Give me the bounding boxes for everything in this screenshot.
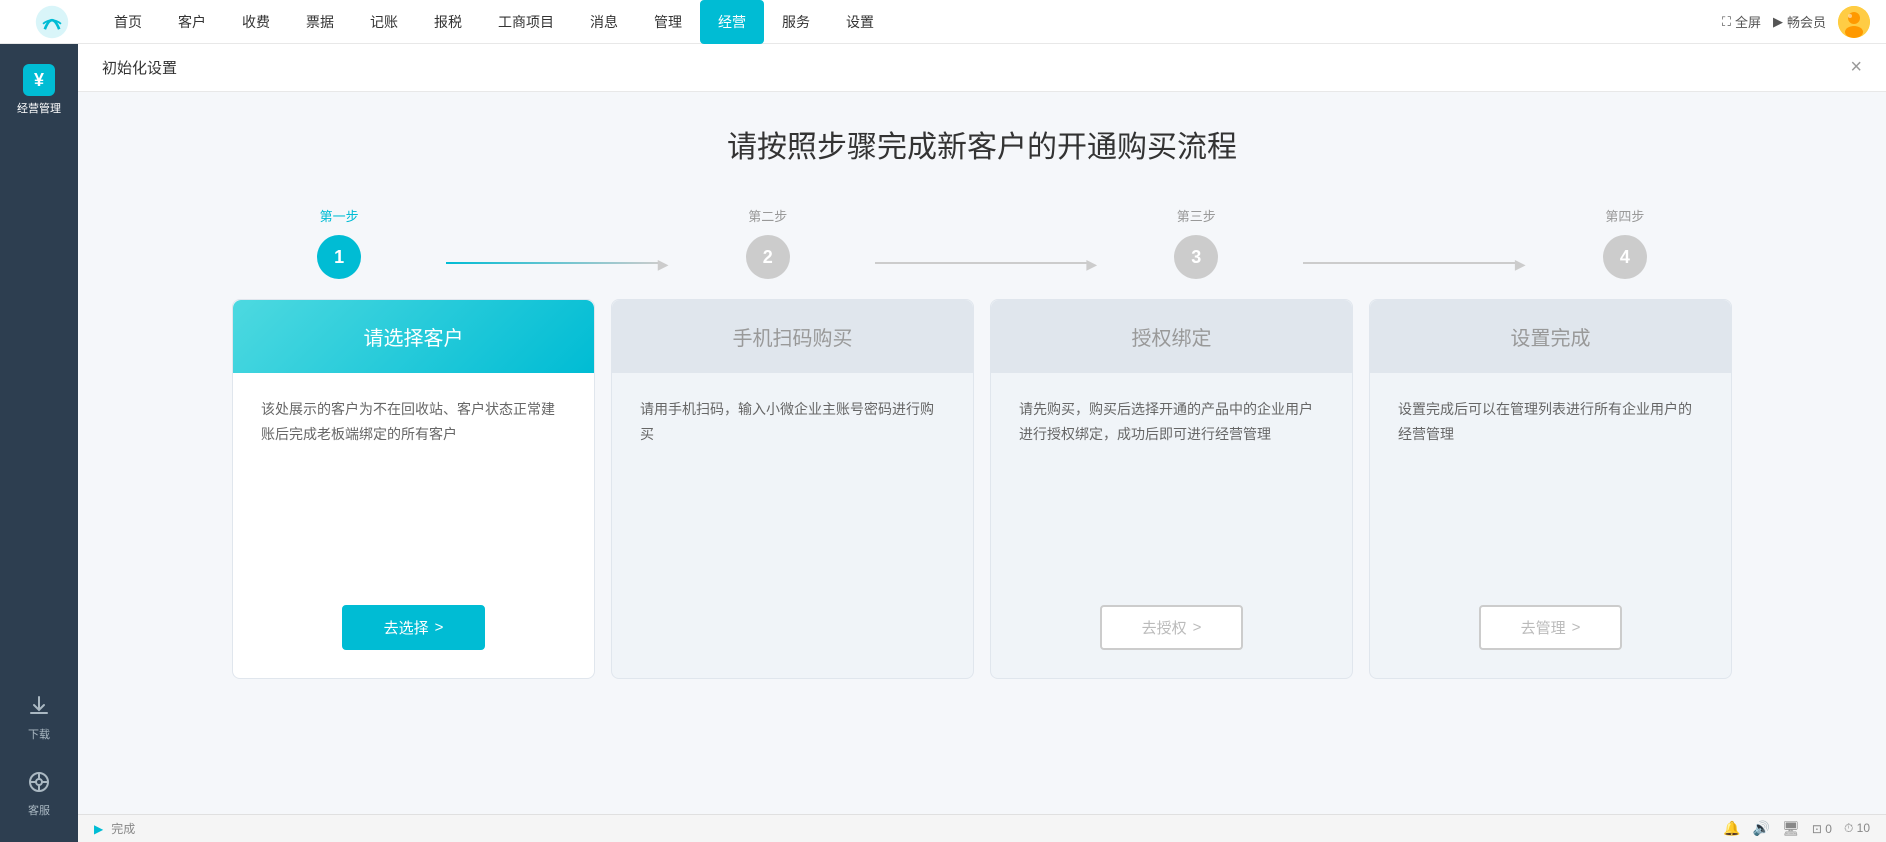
sidebar-item-support[interactable]: 客服 bbox=[3, 758, 75, 826]
card-3-body: 请先购买，购买后选择开通的产品中的企业用户进行授权绑定，成功后即可进行经营管理 bbox=[991, 373, 1352, 589]
step-col-4: 第四步 4 bbox=[1518, 206, 1732, 279]
card-4-body: 设置完成后可以在管理列表进行所有企业用户的经营管理 bbox=[1370, 373, 1731, 589]
manage-arrow-icon: > bbox=[1572, 619, 1581, 636]
steps-row: 第一步 1 ▶ 第二步 2 ▶ 第三步 3 bbox=[232, 206, 1732, 279]
operation-icon: ¥ bbox=[23, 64, 55, 96]
card-4-header: 设置完成 bbox=[1370, 300, 1731, 373]
connector-1: ▶ bbox=[446, 262, 660, 264]
process-heading: 请按照步骤完成新客户的开通购买流程 bbox=[727, 122, 1237, 166]
card-4: 设置完成 设置完成后可以在管理列表进行所有企业用户的经营管理 去管理 > bbox=[1369, 299, 1732, 679]
step-col-2: 第二步 2 bbox=[661, 206, 875, 279]
sidebar-bottom: 下载 客服 bbox=[3, 682, 75, 842]
card-3-footer: 去授权 > bbox=[991, 589, 1352, 678]
play-icon: ▶ bbox=[94, 822, 103, 836]
bell-icon: 🔔 bbox=[1723, 820, 1740, 837]
sidebar-item-download[interactable]: 下载 bbox=[3, 682, 75, 750]
card-2-body: 请用手机扫码，输入小微企业主账号密码进行购买 bbox=[612, 373, 973, 634]
step-label-3: 第三步 bbox=[1177, 206, 1216, 225]
connector-3: ▶ bbox=[1303, 262, 1517, 264]
status-bar: ▶ 完成 🔔 🔊 🖥 ⊡ 0 ⏱ 10 bbox=[78, 814, 1886, 842]
card-4-footer: 去管理 > bbox=[1370, 589, 1731, 678]
page-header: 初始化设置 × bbox=[78, 44, 1886, 92]
step-circle-3: 3 bbox=[1174, 235, 1218, 279]
step-col-1: 第一步 1 bbox=[232, 206, 446, 279]
card-1-footer: 去选择 > bbox=[233, 589, 594, 678]
select-customer-button[interactable]: 去选择 > bbox=[342, 605, 486, 650]
process-container: 请按照步骤完成新客户的开通购买流程 第一步 1 ▶ 第二步 2 bbox=[78, 92, 1886, 814]
nav-home[interactable]: 首页 bbox=[96, 0, 160, 44]
status-text: 完成 bbox=[111, 820, 135, 837]
nav-accounting[interactable]: 记账 bbox=[352, 0, 416, 44]
nav-business[interactable]: 工商项目 bbox=[480, 0, 572, 44]
cards-row: 请选择客户 该处展示的客户为不在回收站、客户状态正常建账后完成老板端绑定的所有客… bbox=[232, 299, 1732, 679]
sidebar: ¥ 经营管理 下载 bbox=[0, 44, 78, 842]
authorize-button[interactable]: 去授权 > bbox=[1100, 605, 1244, 650]
nav-ticket[interactable]: 票据 bbox=[288, 0, 352, 44]
nav-client[interactable]: 客户 bbox=[160, 0, 224, 44]
card-1: 请选择客户 该处展示的客户为不在回收站、客户状态正常建账后完成老板端绑定的所有客… bbox=[232, 299, 595, 679]
fullscreen-btn[interactable]: ⛶ 全屏 bbox=[1722, 12, 1761, 31]
step-label-4: 第四步 bbox=[1605, 206, 1644, 225]
support-icon bbox=[23, 766, 55, 798]
step-circle-4: 4 bbox=[1603, 235, 1647, 279]
nav-service[interactable]: 服务 bbox=[764, 0, 828, 44]
status-bar-right: 🔔 🔊 🖥 ⊡ 0 ⏱ 10 bbox=[1723, 820, 1870, 837]
step-label-2: 第二步 bbox=[748, 206, 787, 225]
monitor-icon: 🖥 bbox=[1782, 820, 1800, 837]
nav-right: ⛶ 全屏 ▶ 畅会员 bbox=[1722, 6, 1870, 38]
nav-manage[interactable]: 管理 bbox=[636, 0, 700, 44]
select-arrow-icon: > bbox=[435, 619, 444, 636]
manage-button[interactable]: 去管理 > bbox=[1479, 605, 1623, 650]
close-button[interactable]: × bbox=[1850, 56, 1862, 79]
download-icon bbox=[23, 690, 55, 722]
card-2: 手机扫码购买 请用手机扫码，输入小微企业主账号密码进行购买 bbox=[611, 299, 974, 679]
card-1-body: 该处展示的客户为不在回收站、客户状态正常建账后完成老板端绑定的所有客户 bbox=[233, 373, 594, 589]
nav-operation[interactable]: 经营 bbox=[700, 0, 764, 44]
nav-message[interactable]: 消息 bbox=[572, 0, 636, 44]
step-circle-1: 1 bbox=[317, 235, 361, 279]
page-title: 初始化设置 bbox=[102, 57, 177, 78]
time-icon: ⏱ 10 bbox=[1844, 821, 1870, 836]
step-circle-2: 2 bbox=[746, 235, 790, 279]
card-1-header: 请选择客户 bbox=[233, 300, 594, 373]
card-2-footer bbox=[612, 634, 973, 678]
authorize-arrow-icon: > bbox=[1193, 619, 1202, 636]
logo bbox=[16, 0, 88, 44]
main-content: 初始化设置 × 请按照步骤完成新客户的开通购买流程 第一步 1 ▶ 第二步 bbox=[78, 44, 1886, 842]
sidebar-item-operation[interactable]: ¥ 经营管理 bbox=[3, 56, 75, 124]
top-nav: 首页 客户 收费 票据 记账 报税 工商项目 消息 管理 经营 服务 设置 ⛶ … bbox=[0, 0, 1886, 44]
nav-fee[interactable]: 收费 bbox=[224, 0, 288, 44]
avatar[interactable] bbox=[1838, 6, 1870, 38]
card-2-header: 手机扫码购买 bbox=[612, 300, 973, 373]
volume-icon: 🔊 bbox=[1753, 820, 1770, 837]
fullscreen-icon: ⛶ bbox=[1722, 14, 1731, 30]
card-3-header: 授权绑定 bbox=[991, 300, 1352, 373]
status-bar-left: ▶ 完成 bbox=[94, 820, 135, 837]
card-3: 授权绑定 请先购买，购买后选择开通的产品中的企业用户进行授权绑定，成功后即可进行… bbox=[990, 299, 1353, 679]
connector-2: ▶ bbox=[875, 262, 1089, 264]
layout: ¥ 经营管理 下载 bbox=[0, 44, 1886, 842]
nav-tax[interactable]: 报税 bbox=[416, 0, 480, 44]
network-icon: ⊡ 0 bbox=[1812, 822, 1832, 836]
step-label-1: 第一步 bbox=[320, 206, 359, 225]
member-icon: ▶ bbox=[1773, 14, 1783, 30]
step-col-3: 第三步 3 bbox=[1089, 206, 1303, 279]
member-btn[interactable]: ▶ 畅会员 bbox=[1773, 12, 1826, 31]
nav-settings[interactable]: 设置 bbox=[828, 0, 892, 44]
